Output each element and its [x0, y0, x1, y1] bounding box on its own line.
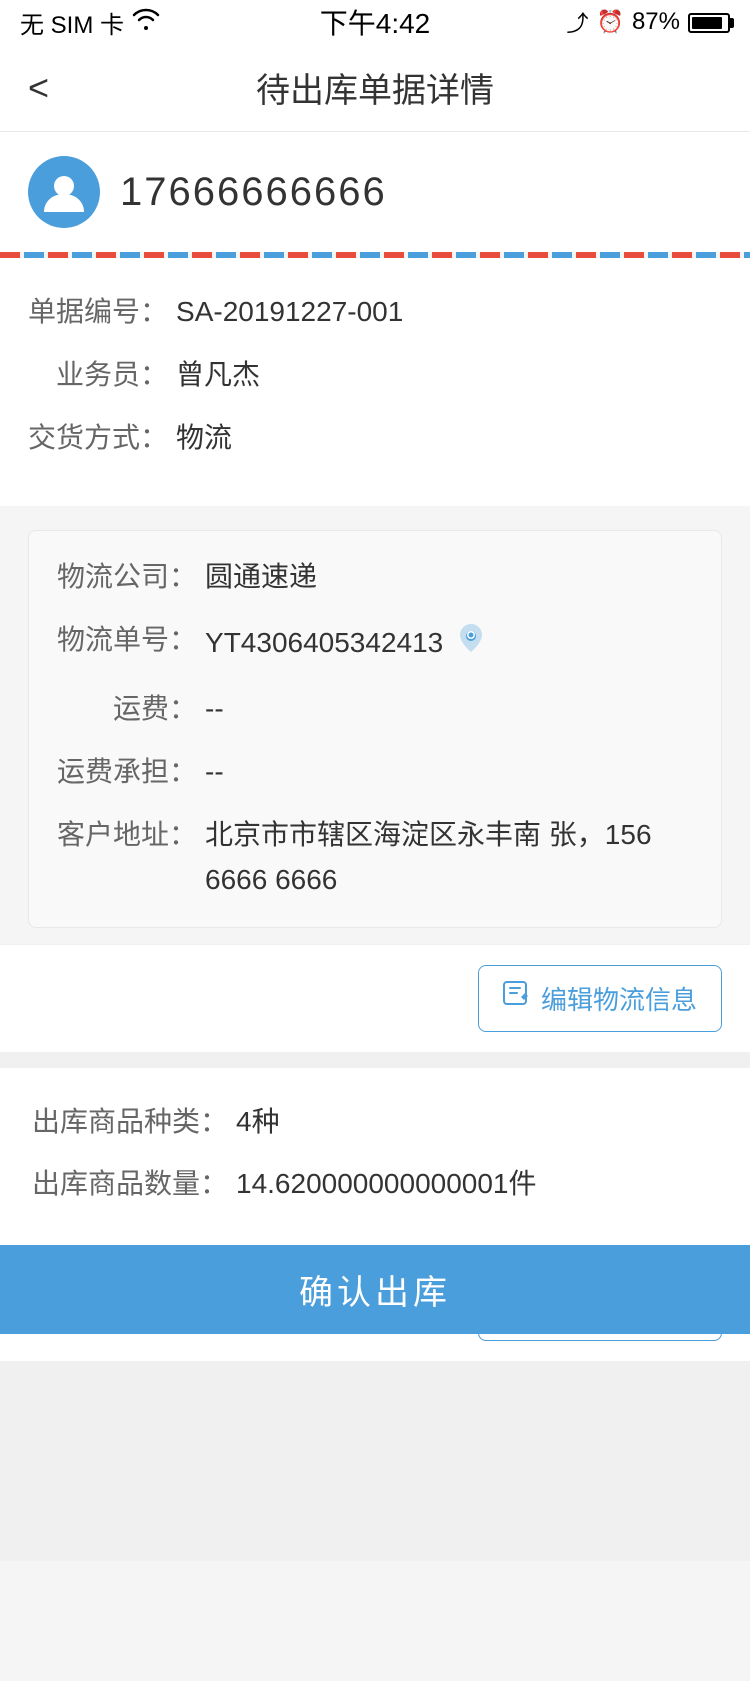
alarm-icon: ⏰: [597, 9, 624, 35]
tracking-row: 物流单号： YT4306405342413: [57, 618, 693, 669]
status-bar-left: 无 SIM 卡: [20, 5, 160, 40]
product-types-value: 4种: [236, 1100, 722, 1145]
freight-label: 运费：: [57, 687, 197, 732]
status-bar-time: 下午4:42: [320, 2, 431, 42]
document-info-section: 单据编号： SA-20191227-001 业务员： 曾凡杰 交货方式： 物流: [0, 258, 750, 506]
logistics-company-label: 物流公司：: [57, 555, 197, 600]
product-quantity-label: 出库商品数量：: [28, 1162, 228, 1207]
large-gap: [0, 1361, 750, 1561]
content: 17666666666 单据编号： SA-20191227-001 业务员： 曾…: [0, 132, 750, 1681]
product-section: 出库商品种类： 4种 出库商品数量： 14.620000000000001件: [0, 1068, 750, 1254]
freight-bear-row: 运费承担： --: [57, 750, 693, 795]
freight-row: 运费： --: [57, 687, 693, 732]
user-header: 17666666666: [0, 132, 750, 252]
edit-btn-container: 编辑物流信息: [0, 944, 750, 1052]
logistics-company-value: 圆通速递: [205, 555, 693, 600]
battery-icon: [688, 8, 730, 36]
freight-bear-value: --: [205, 750, 693, 795]
user-avatar: [28, 156, 100, 228]
address-row: 客户地址： 北京市市辖区海淀区永丰南 张，156 6666 6666: [57, 813, 693, 903]
tracking-value: YT4306405342413: [205, 618, 693, 669]
logistics-card: 物流公司： 圆通速递 物流单号： YT4306405342413 运费： --: [28, 530, 722, 927]
product-types-label: 出库商品种类：: [28, 1100, 228, 1145]
document-number-label: 单据编号：: [28, 290, 168, 335]
edit-logistics-label: 编辑物流信息: [541, 980, 697, 1017]
section-gap: [0, 1052, 750, 1068]
edit-logistics-button[interactable]: 编辑物流信息: [478, 965, 722, 1032]
location-status-icon: ⤴: [567, 6, 589, 38]
salesman-row: 业务员： 曾凡杰: [28, 353, 722, 398]
delivery-label: 交货方式：: [28, 416, 168, 461]
document-number-value: SA-20191227-001: [176, 290, 722, 335]
document-number-row: 单据编号： SA-20191227-001: [28, 290, 722, 335]
delivery-row: 交货方式： 物流: [28, 416, 722, 461]
back-button[interactable]: <: [28, 67, 49, 109]
nav-bar: < 待出库单据详情: [0, 44, 750, 132]
tracking-label: 物流单号：: [57, 618, 197, 663]
address-value: 北京市市辖区海淀区永丰南 张，156 6666 6666: [205, 813, 693, 903]
product-types-row: 出库商品种类： 4种: [28, 1100, 722, 1145]
wifi-icon: [132, 8, 160, 37]
delivery-value: 物流: [176, 416, 722, 461]
tracking-number: YT4306405342413: [205, 621, 443, 666]
product-quantity-value: 14.620000000000001件: [236, 1162, 722, 1207]
salesman-value: 曾凡杰: [176, 353, 722, 398]
page-title: 待出库单据详情: [256, 63, 494, 112]
address-label: 客户地址：: [57, 813, 197, 858]
carrier-label: 无 SIM 卡: [20, 5, 124, 40]
tracking-location-icon[interactable]: [455, 618, 487, 669]
freight-value: --: [205, 687, 693, 732]
salesman-label: 业务员：: [28, 353, 168, 398]
status-bar: 无 SIM 卡 下午4:42 ⤴ ⏰ 87%: [0, 0, 750, 44]
bottom-confirm-button[interactable]: 确认出库: [0, 1245, 750, 1334]
logistics-company-row: 物流公司： 圆通速递: [57, 555, 693, 600]
battery-percent: 87%: [632, 8, 680, 36]
user-phone: 17666666666: [120, 170, 387, 215]
edit-icon: [503, 981, 531, 1016]
status-bar-right: ⤴ ⏰ 87%: [567, 6, 730, 38]
product-quantity-row: 出库商品数量： 14.620000000000001件: [28, 1162, 722, 1207]
confirm-button-label: 确认出库: [299, 1265, 451, 1314]
freight-bear-label: 运费承担：: [57, 750, 197, 795]
